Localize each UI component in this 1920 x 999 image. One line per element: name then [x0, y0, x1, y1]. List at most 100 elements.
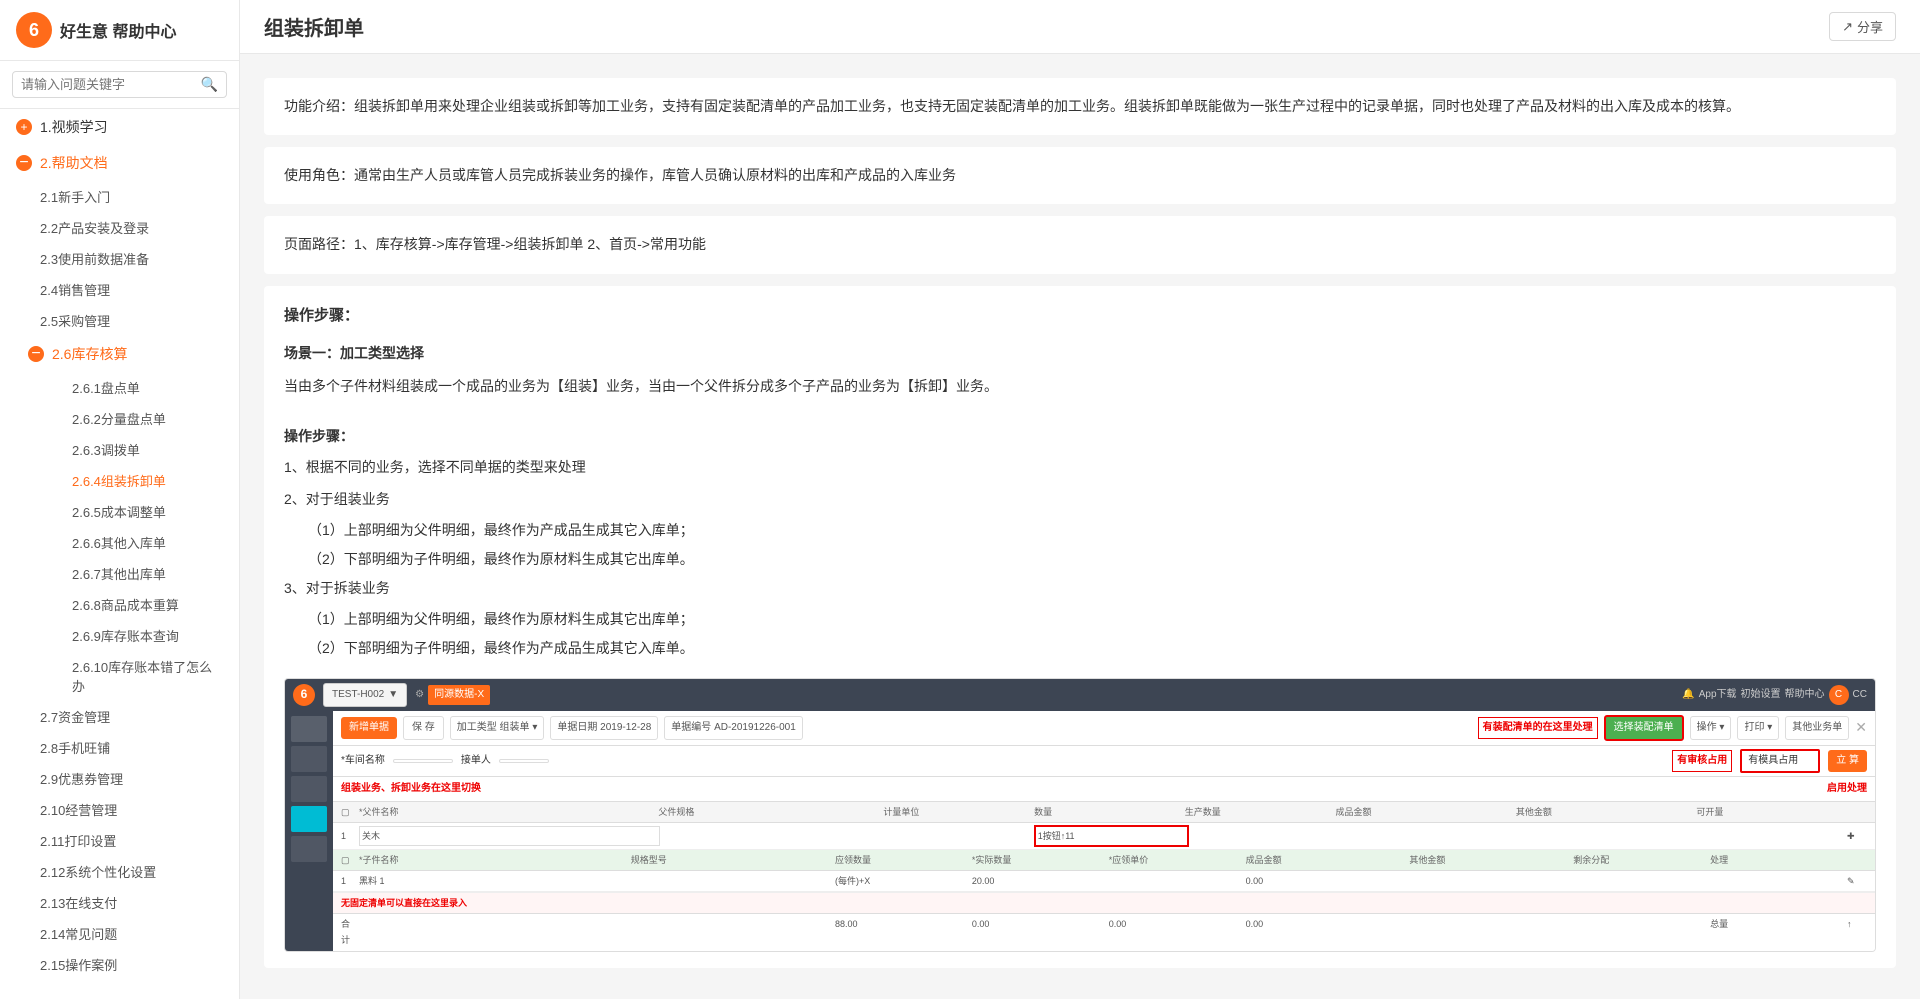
fake-sidebar-item-5: [291, 836, 327, 862]
fake-workshop-input: [393, 759, 453, 763]
nav-list: + 1.视频学习 − 2.帮助文档 2.1新手入门 2.2产品安装及登录 2.3…: [0, 109, 239, 999]
no-bom-text: 无固定清单可以直接在这里录入: [341, 898, 467, 908]
fake-form-label-2: 接单人: [461, 752, 491, 770]
sidebar-item-2-14[interactable]: 2.14常见问题: [0, 918, 239, 949]
search-box[interactable]: 🔍: [12, 71, 227, 98]
fake-confirm-btn: 立 算: [1828, 750, 1867, 772]
fake-sidebar-item-active: [291, 806, 327, 832]
sidebar-item-2-11[interactable]: 2.11打印设置: [0, 825, 239, 856]
sidebar-item-2610[interactable]: 2.6.10库存账本错了怎么办: [16, 651, 239, 701]
sidebar-item-267[interactable]: 2.6.7其他出库单: [16, 558, 239, 589]
fake-sidebar-item-1: [291, 716, 327, 742]
share-button[interactable]: ↗ 分享: [1829, 12, 1896, 41]
step-3: 3、对于拆装业务: [284, 576, 1876, 601]
logo-icon: 6: [16, 12, 52, 48]
fake-footer-val4: 0.00: [1246, 916, 1408, 948]
fake-date: 单据日期 2019-12-28: [550, 716, 658, 740]
fake-sidebar-item-2: [291, 746, 327, 772]
sidebar-item-2-13[interactable]: 2.13在线支付: [0, 887, 239, 918]
fake-col-0: ▢: [341, 804, 357, 820]
fake-col-actions: [1847, 804, 1867, 820]
page-title: 组装拆卸单: [264, 12, 364, 41]
fake-sidebar-item-3: [291, 776, 327, 802]
fake-toolbar-1: 新增单据 保 存 加工类型 组装单 ▾ 单据日期 2019-12-28 单据编号…: [333, 711, 1875, 746]
sidebar-item-2-8[interactable]: 2.8手机旺铺: [0, 732, 239, 763]
role-card: 使用角色：通常由生产人员或库管人员完成拆装业务的操作，库管人员确认原材料的出库和…: [264, 147, 1896, 204]
fake-col-parent-spec: 父件规格: [658, 804, 881, 820]
fake-col-qty: 数量: [1034, 804, 1183, 820]
step-2: 2、对于组装业务: [284, 487, 1876, 512]
sidebar-item-2-5[interactable]: 2.5采购管理: [0, 305, 239, 336]
fake-lower-table-header: ▢ *子件名称 规格型号 应领数量 *实际数量 *应领单价 成品金额 其他金额 …: [333, 850, 1875, 871]
sidebar-item-1[interactable]: + 1.视频学习: [0, 109, 239, 145]
fake-sub-col-prodamt: 成品金额: [1246, 852, 1408, 868]
fake-close-icon: ✕: [1855, 715, 1867, 740]
scenario1-title: 场景一：加工类型选择: [284, 341, 1876, 366]
fake-sub-col-price: *应领单价: [1109, 852, 1244, 868]
fake-btn-save: 保 存: [403, 716, 444, 740]
sidebar-item-268[interactable]: 2.6.8商品成本重算: [16, 589, 239, 620]
sidebar-item-263[interactable]: 2.6.3调拨单: [16, 434, 239, 465]
sidebar-item-2-10[interactable]: 2.10经营管理: [0, 794, 239, 825]
topbar: 组装拆卸单 ↗ 分享: [240, 0, 1920, 54]
fake-col-other-amt: 其他金额: [1516, 804, 1694, 820]
sidebar-item-2-9[interactable]: 2.9优惠券管理: [0, 763, 239, 794]
fake-user-icon: 帮助中心: [1785, 686, 1825, 704]
sidebar-header: 6 好生意 帮助中心: [0, 0, 239, 61]
fake-settings-icon: 初始设置: [1741, 686, 1781, 704]
fake-sub-row-1: 1 黑料 1 (每件)+X 20.00 0.00: [333, 871, 1875, 892]
enable-annotation: 启用处理: [1827, 780, 1867, 798]
fake-workshop-annotation: 有审核占用: [1672, 750, 1732, 772]
logo-text: 好生意 帮助中心: [60, 18, 176, 42]
sidebar-item-269[interactable]: 2.6.9库存账本查询: [16, 620, 239, 651]
fake-bom-input: 有模具占用: [1740, 749, 1820, 773]
fake-upper-table-header: ▢ *父件名称 父件规格 计量单位 数量 生产数量 成品金额 其他金额 可开量: [333, 802, 1875, 823]
fake-footer-empty: [359, 916, 629, 948]
sidebar-item-2-2[interactable]: 2.2产品安装及登录: [0, 212, 239, 243]
sidebar-item-2-12[interactable]: 2.12系统个性化设置: [0, 856, 239, 887]
nav-section-1: + 1.视频学习: [0, 109, 239, 145]
fake-help-icon: App下载: [1699, 686, 1737, 704]
fake-col-prod-qty: 生产数量: [1185, 804, 1334, 820]
sidebar-item-2-6[interactable]: − 2.6库存核算: [0, 336, 239, 372]
sidebar-item-262[interactable]: 2.6.2分量盘点单: [16, 403, 239, 434]
step-1: 1、根据不同的业务，选择不同单据的类型来处理: [284, 455, 1876, 480]
fake-col-unit: 计量单位: [883, 804, 1032, 820]
toggle-annotation: 组装业务、拆卸业务在这里切换: [341, 780, 481, 798]
fake-sub-col-spec: 规格型号: [631, 852, 833, 868]
sidebar-item-2-1[interactable]: 2.1新手入门: [0, 181, 239, 212]
fake-app-sidebar: [285, 711, 333, 951]
fake-footer-val1: 88.00: [835, 916, 970, 948]
fake-footer-val3: 0.00: [1109, 916, 1244, 948]
fake-row-check: 1: [341, 828, 357, 844]
fake-sync-btn: 同源数据-X: [428, 685, 490, 705]
sidebar-item-2-3[interactable]: 2.3使用前数据准备: [0, 243, 239, 274]
fake-footer-empty2: [631, 916, 833, 948]
fake-footer-val7: 总量: [1710, 916, 1845, 948]
fake-dropdown-icon: ▼: [388, 686, 398, 704]
sidebar-item-264[interactable]: 2.6.4组装拆卸单: [16, 465, 239, 496]
fake-upper-table-row: 1 关木 1按钮↑11 ✚: [333, 823, 1875, 850]
sidebar-item-2-15[interactable]: 2.15操作案例: [0, 949, 239, 980]
sidebar-item-2-7[interactable]: 2.7资金管理: [0, 701, 239, 732]
fake-app-main: 新增单据 保 存 加工类型 组装单 ▾ 单据日期 2019-12-28 单据编号…: [333, 711, 1875, 951]
fake-footer-val2: 0.00: [972, 916, 1107, 948]
fake-row-act: ✚: [1847, 828, 1867, 844]
step-3-2: （2）下部明细为子件明细，最终作为产成品生成其它入库单。: [284, 636, 1876, 661]
sidebar-item-2-4[interactable]: 2.4销售管理: [0, 274, 239, 305]
intro-text: 功能介绍：组装拆卸单用来处理企业组装或拆卸等加工业务，支持有固定装配清单的产品加…: [284, 94, 1876, 119]
sidebar-item-261[interactable]: 2.6.1盘点单: [16, 372, 239, 403]
search-input[interactable]: [21, 77, 201, 92]
share-icon: ↗: [1842, 19, 1853, 35]
fake-type-select: 加工类型 组装单 ▾: [450, 716, 545, 740]
fake-sub-col-planned: 应领数量: [835, 852, 970, 868]
fake-ops: 操作 ▾: [1690, 716, 1732, 740]
scenario1-desc: 当由多个子件材料组装成一个成品的业务为【组装】业务，当由一个父件拆分成多个子产品…: [284, 374, 1876, 399]
sidebar-item-266[interactable]: 2.6.6其他入库单: [16, 527, 239, 558]
sidebar-item-265[interactable]: 2.6.5成本调整单: [16, 496, 239, 527]
fake-icon-1: ⚙: [415, 686, 424, 704]
sidebar-item-2[interactable]: − 2.帮助文档: [0, 145, 239, 181]
fake-footer: 合计 88.00 0.00 0.00 0.00 总量 ↑: [333, 913, 1875, 950]
fake-bell-icon: 🔔: [1682, 686, 1694, 704]
fake-sub-col-otheramt: 其他金额: [1409, 852, 1571, 868]
